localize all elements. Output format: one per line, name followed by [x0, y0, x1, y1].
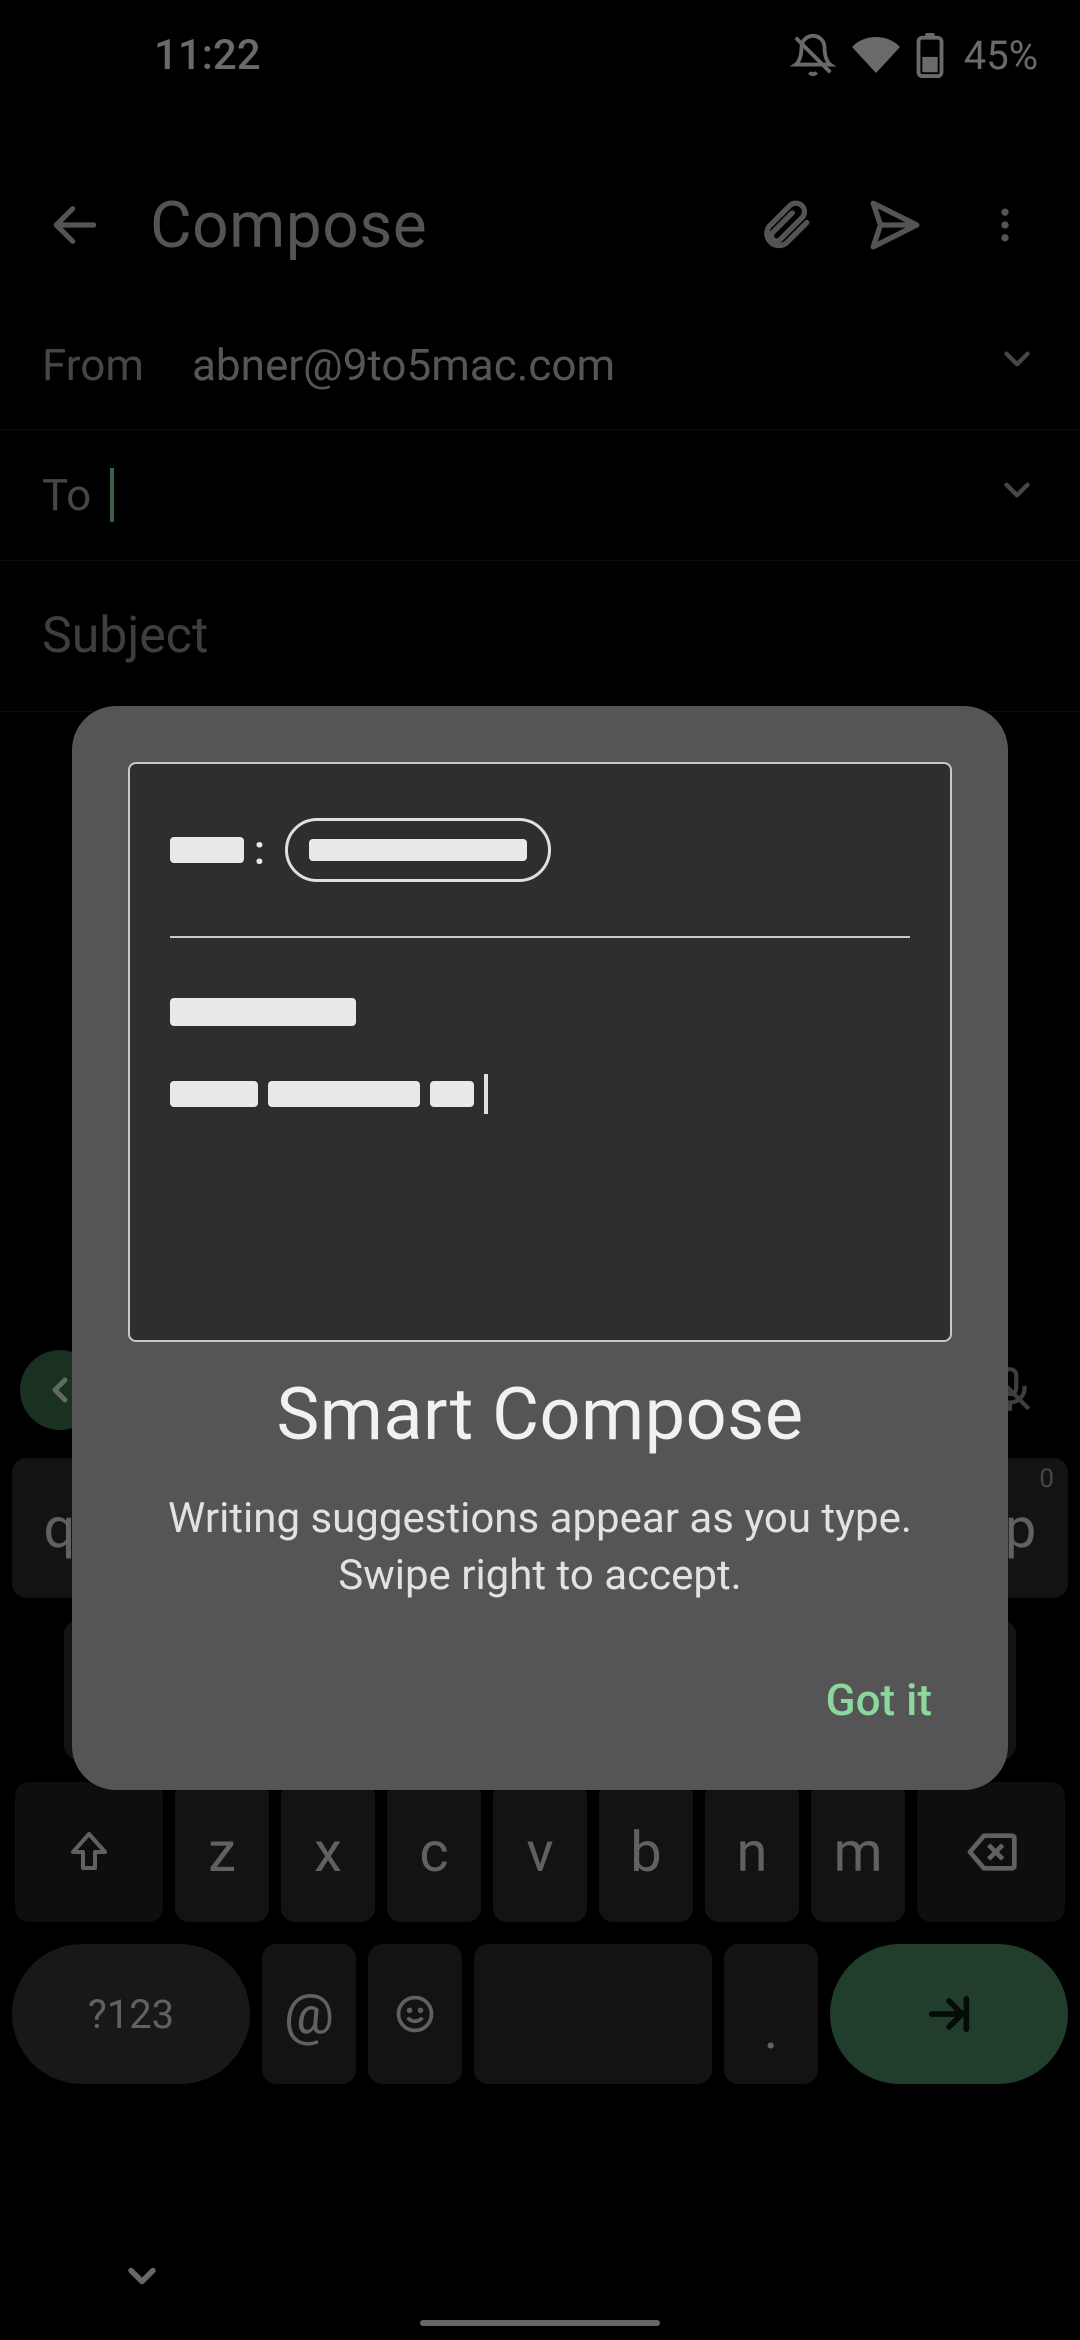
smart-compose-modal: : Smart Compose Writing suggestions appe…	[72, 706, 1008, 1790]
modal-description: Writing suggestions appear as you type. …	[128, 1491, 952, 1604]
modal-illustration: :	[128, 762, 952, 1342]
modal-title: Smart Compose	[128, 1372, 952, 1457]
got-it-button[interactable]: Got it	[826, 1674, 932, 1726]
